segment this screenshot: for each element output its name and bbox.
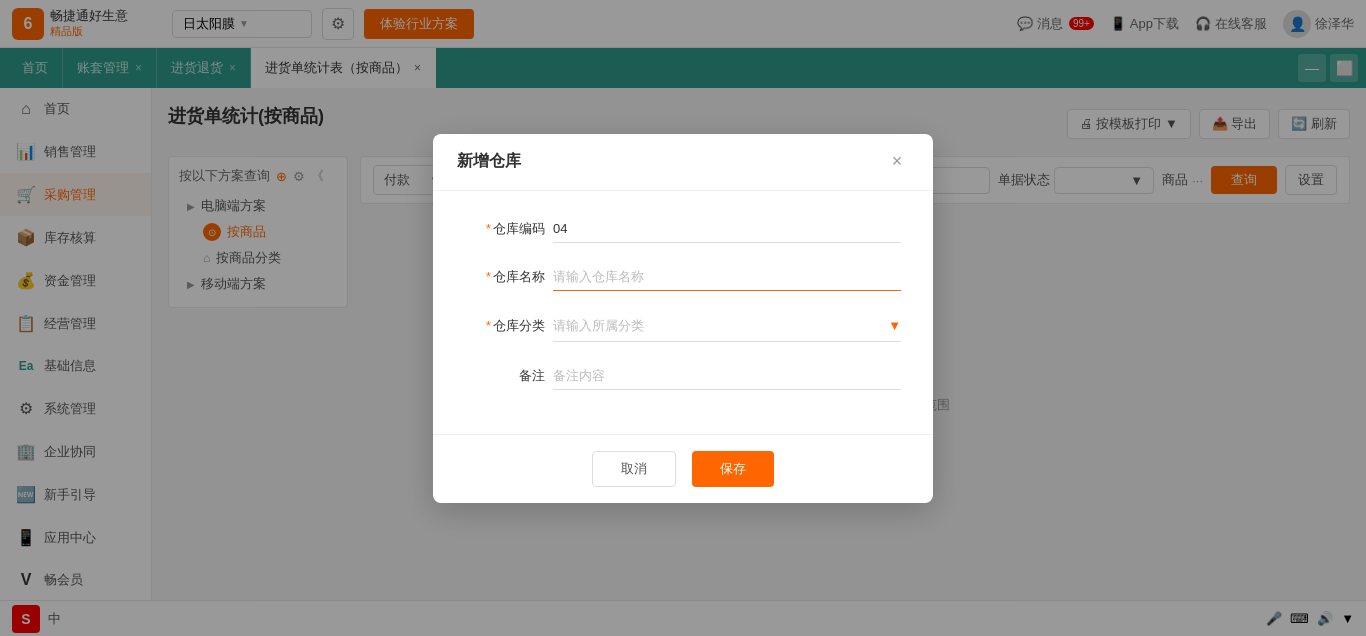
save-button[interactable]: 保存 bbox=[692, 451, 774, 487]
required-star-code: * bbox=[486, 221, 491, 236]
modal-footer: 取消 保存 bbox=[433, 434, 933, 503]
add-warehouse-modal: 新增仓库 × *仓库编码 *仓库名称 *仓库分类 bbox=[433, 134, 933, 503]
modal-body: *仓库编码 *仓库名称 *仓库分类 请输入所属分类 ▼ bbox=[433, 191, 933, 434]
warehouse-name-input[interactable] bbox=[553, 263, 901, 291]
category-placeholder: 请输入所属分类 bbox=[553, 317, 644, 335]
cancel-button[interactable]: 取消 bbox=[592, 451, 676, 487]
note-input[interactable] bbox=[553, 362, 901, 390]
name-label: *仓库名称 bbox=[465, 268, 545, 286]
form-row-category: *仓库分类 请输入所属分类 ▼ bbox=[465, 311, 901, 342]
modal-overlay[interactable]: 新增仓库 × *仓库编码 *仓库名称 *仓库分类 bbox=[0, 0, 1366, 636]
required-star-category: * bbox=[486, 318, 491, 333]
modal-close-button[interactable]: × bbox=[885, 150, 909, 174]
category-label: *仓库分类 bbox=[465, 317, 545, 335]
category-dropdown-icon: ▼ bbox=[888, 318, 901, 333]
form-row-name: *仓库名称 bbox=[465, 263, 901, 291]
form-row-code: *仓库编码 bbox=[465, 215, 901, 243]
code-label: *仓库编码 bbox=[465, 220, 545, 238]
modal-header: 新增仓库 × bbox=[433, 134, 933, 191]
required-star-name: * bbox=[486, 269, 491, 284]
warehouse-code-input[interactable] bbox=[553, 215, 901, 243]
category-select[interactable]: 请输入所属分类 ▼ bbox=[553, 311, 901, 342]
modal-title: 新增仓库 bbox=[457, 151, 521, 172]
note-label: 备注 bbox=[465, 367, 545, 385]
form-row-note: 备注 bbox=[465, 362, 901, 390]
